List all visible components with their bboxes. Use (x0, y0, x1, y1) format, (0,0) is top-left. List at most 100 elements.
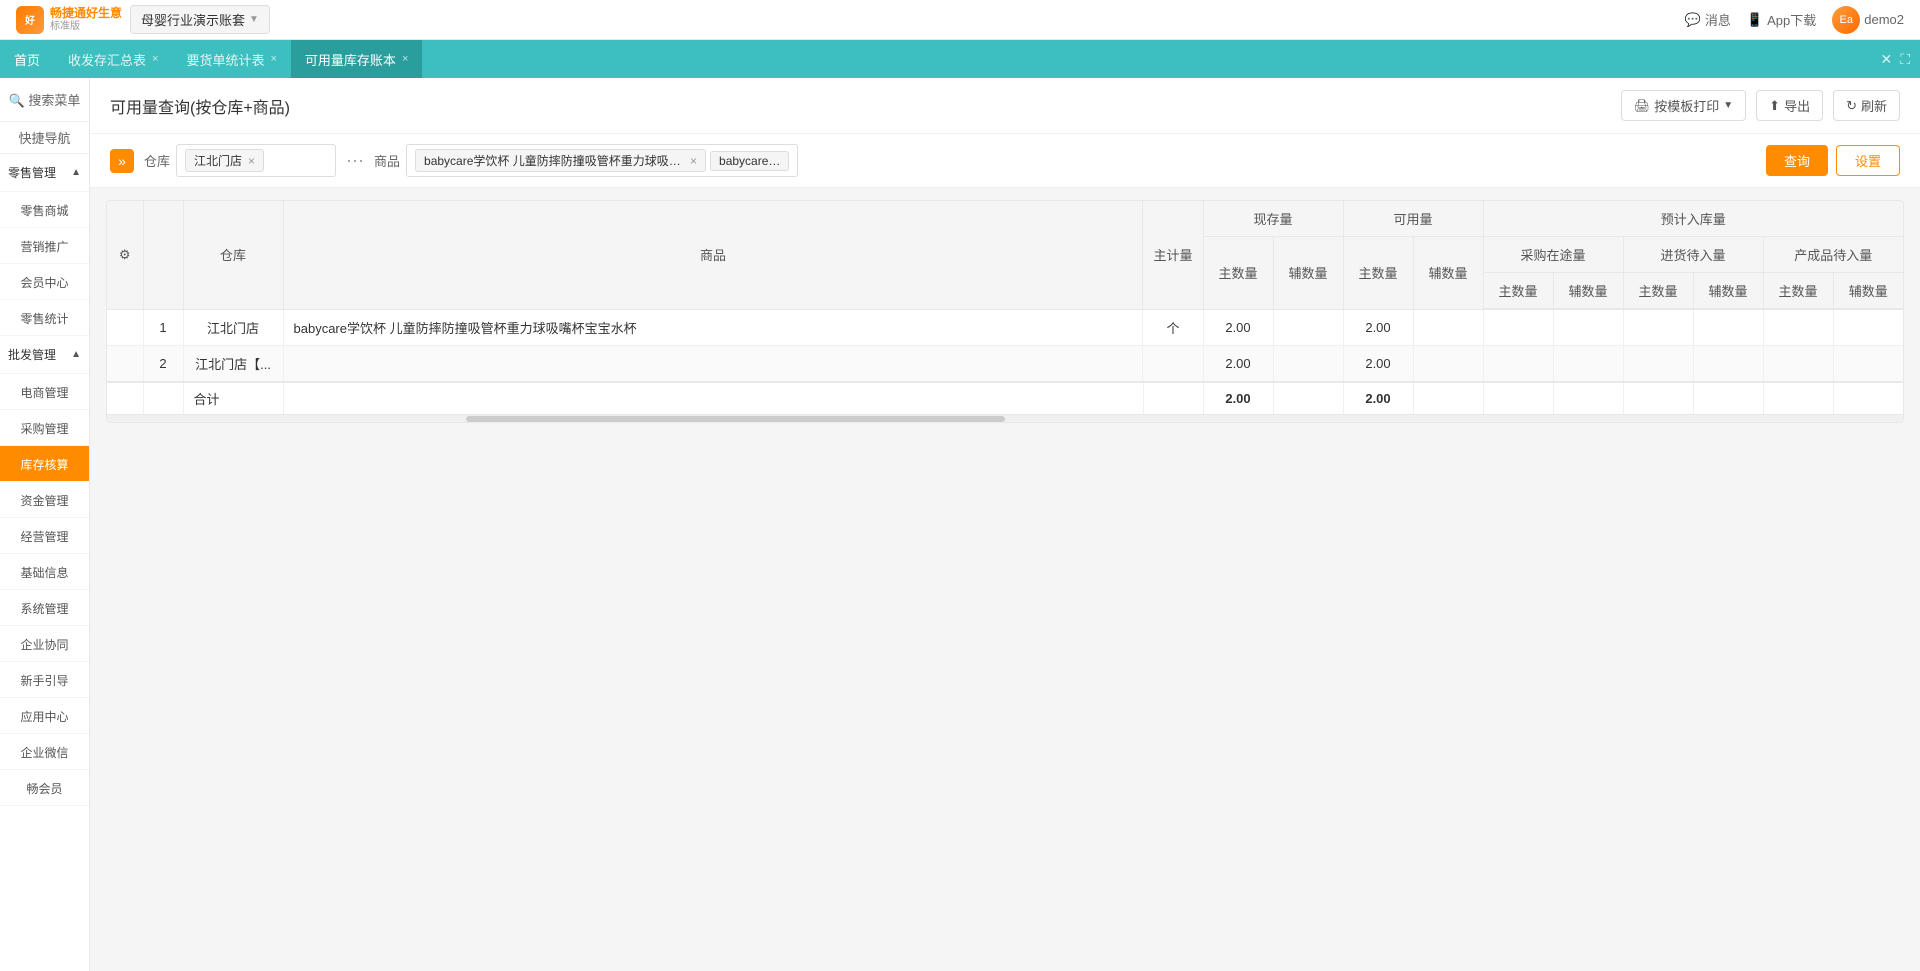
row2-finished-aux (1833, 345, 1903, 381)
logo-sub: 标准版 (50, 21, 122, 33)
query-btn[interactable]: 查询 (1766, 145, 1828, 176)
tab-receivable-close[interactable]: × (152, 53, 158, 65)
product-input[interactable]: babycare学饮杯 儿童防摔防撞吸管杯重力球吸嘴杯宝宝水杯 × babyca… (406, 144, 798, 177)
app-center-label: 应用中心 (20, 708, 68, 725)
print-template-label: 按模板打印 (1654, 96, 1719, 115)
sidebar: 🔍 搜索菜单 快捷导航 零售管理 ▲ 零售商城 营销推广 会员中心 零售统计 批… (0, 78, 90, 971)
row1-settings (107, 309, 143, 345)
footer-product (283, 383, 1143, 414)
row2-no: 2 (143, 345, 183, 381)
avatar-initial: Ea (1840, 14, 1853, 26)
sys-mgmt-label: 系统管理 (20, 600, 68, 617)
row1-pur-transit-aux (1553, 309, 1623, 345)
warehouse-tag-remove[interactable]: × (248, 154, 255, 168)
messages-label: 消息 (1705, 10, 1731, 29)
app-download-btn[interactable]: 📱 App下载 (1747, 10, 1816, 29)
row2-product (283, 345, 1143, 381)
sidebar-item-operations[interactable]: 经营管理 (0, 518, 89, 554)
page-header-actions: 🖨 按模板打印 ▼ ⬆ 导出 ↻ 刷新 (1621, 90, 1900, 133)
filter-expand-btn[interactable]: » (110, 149, 134, 173)
row1-finished-aux (1833, 309, 1903, 345)
product-filter: 商品 babycare学饮杯 儿童防摔防撞吸管杯重力球吸嘴杯宝宝水杯 × bab… (374, 144, 798, 177)
sidebar-item-app-center[interactable]: 应用中心 (0, 698, 89, 734)
company-select[interactable]: 母婴行业演示账套 ▼ (130, 5, 270, 34)
scrollbar-thumb[interactable] (466, 416, 1005, 422)
th-stock-aux: 辅数量 (1273, 237, 1343, 310)
expand-icon[interactable]: ⛶ (1900, 51, 1910, 68)
footer-stock-main: 2.00 (1203, 383, 1273, 414)
row2-pur-transit-main (1483, 345, 1553, 381)
tab-available-inventory[interactable]: 可用量库存账本 × (291, 40, 422, 78)
top-bar: 好 畅捷通好生意 标准版 母婴行业演示账套 ▼ 💬 消息 📱 App下载 Ea … (0, 0, 1920, 40)
row1-avail-aux (1413, 309, 1483, 345)
tab-available-close[interactable]: × (402, 53, 408, 65)
messages-btn[interactable]: 💬 消息 (1685, 10, 1731, 29)
logo-icon: 好 (16, 6, 44, 34)
footer-row: 合计 2.00 2.00 (107, 383, 1903, 414)
settings-btn[interactable]: 设置 (1836, 145, 1900, 176)
warehouse-input[interactable]: 江北门店 × (176, 144, 336, 177)
th-pur-transit-aux: 辅数量 (1553, 273, 1623, 310)
sidebar-item-wholesale-mgmt[interactable]: 批发管理 ▲ (0, 336, 89, 374)
sidebar-item-enterprise-collab[interactable]: 企业协同 (0, 626, 89, 662)
sidebar-item-retail-mgmt[interactable]: 零售管理 ▲ (0, 154, 89, 192)
wholesale-arrow-icon: ▲ (71, 349, 81, 360)
close-all-icon[interactable]: ✕ (1880, 51, 1892, 68)
sidebar-item-new-guide[interactable]: 新手引导 (0, 662, 89, 698)
quick-nav-btn[interactable]: 快捷导航 (0, 122, 89, 154)
print-template-btn[interactable]: 🖨 按模板打印 ▼ (1621, 90, 1746, 121)
sidebar-item-retail-stats[interactable]: 零售统计 (0, 300, 89, 336)
data-table: ⚙ 仓库 商品 主计量 现存量 (107, 201, 1903, 381)
th-planned-in: 预计入库量 (1483, 201, 1903, 237)
user-area[interactable]: Ea demo2 (1832, 6, 1904, 34)
footer-unit (1143, 383, 1203, 414)
row1-avail-main: 2.00 (1343, 309, 1413, 345)
tab-home-label: 首页 (14, 50, 40, 69)
th-avail-aux: 辅数量 (1413, 237, 1483, 310)
sidebar-item-chang-member[interactable]: 畅会员 (0, 770, 89, 806)
sidebar-item-sys-mgmt[interactable]: 系统管理 (0, 590, 89, 626)
sidebar-search-area: 🔍 搜索菜单 (0, 78, 89, 122)
basic-info-label: 基础信息 (20, 564, 68, 581)
footer-pur-transit-aux (1553, 383, 1623, 414)
th-finished-aux: 辅数量 (1833, 273, 1903, 310)
sidebar-item-marketing[interactable]: 营销推广 (0, 228, 89, 264)
sidebar-item-basic-info[interactable]: 基础信息 (0, 554, 89, 590)
sidebar-item-inventory-check[interactable]: 库存核算 (0, 446, 89, 482)
row2-unit (1143, 345, 1203, 381)
export-btn[interactable]: ⬆ 导出 (1756, 90, 1823, 121)
nav-tabs-right: ✕ ⛶ (1880, 51, 1920, 68)
operations-label: 经营管理 (20, 528, 68, 545)
tab-order-close[interactable]: × (270, 53, 276, 65)
refresh-btn[interactable]: ↻ 刷新 (1833, 90, 1900, 121)
nav-tabs: 首页 收发存汇总表 × 要货单统计表 × 可用量库存账本 × ✕ ⛶ (0, 40, 1920, 78)
sidebar-item-retail-mall[interactable]: 零售商城 (0, 192, 89, 228)
page-header: 可用量查询(按仓库+商品) 🖨 按模板打印 ▼ ⬆ 导出 ↻ 刷新 (90, 78, 1920, 134)
tab-order-stats[interactable]: 要货单统计表 × (172, 40, 290, 78)
table-group-header: ⚙ 仓库 商品 主计量 现存量 (107, 201, 1903, 237)
sidebar-item-enterprise-wechat[interactable]: 企业微信 (0, 734, 89, 770)
sidebar-item-finance[interactable]: 资金管理 (0, 482, 89, 518)
logo-title: 畅捷通好生意 (50, 6, 122, 20)
export-label: 导出 (1784, 96, 1810, 115)
page-title: 可用量查询(按仓库+商品) (110, 94, 290, 130)
warehouse-more[interactable]: ··· (346, 150, 364, 171)
search-menu-btn[interactable]: 🔍 搜索菜单 (8, 86, 81, 113)
sidebar-item-purchase-mgmt[interactable]: 采购管理 (0, 410, 89, 446)
table-row: 2 江北门店【... 2.00 2.00 (107, 345, 1903, 381)
footer-stock-aux (1273, 383, 1343, 414)
row2-stock-main: 2.00 (1203, 345, 1273, 381)
retail-mgmt-label: 零售管理 (8, 164, 56, 181)
tab-home[interactable]: 首页 (0, 40, 54, 78)
footer-pur-transit-main (1483, 383, 1553, 414)
footer-avail-main: 2.00 (1343, 383, 1413, 414)
footer-settings (107, 383, 143, 414)
product-tag1-remove[interactable]: × (690, 154, 697, 168)
horizontal-scrollbar[interactable] (107, 414, 1903, 422)
filter-actions: 查询 设置 (1766, 145, 1900, 176)
th-finished-main: 主数量 (1763, 273, 1833, 310)
sidebar-item-member-center[interactable]: 会员中心 (0, 264, 89, 300)
tab-receivable-summary[interactable]: 收发存汇总表 × (54, 40, 172, 78)
app-download-label: App下载 (1767, 10, 1816, 29)
sidebar-item-ecommerce[interactable]: 电商管理 (0, 374, 89, 410)
